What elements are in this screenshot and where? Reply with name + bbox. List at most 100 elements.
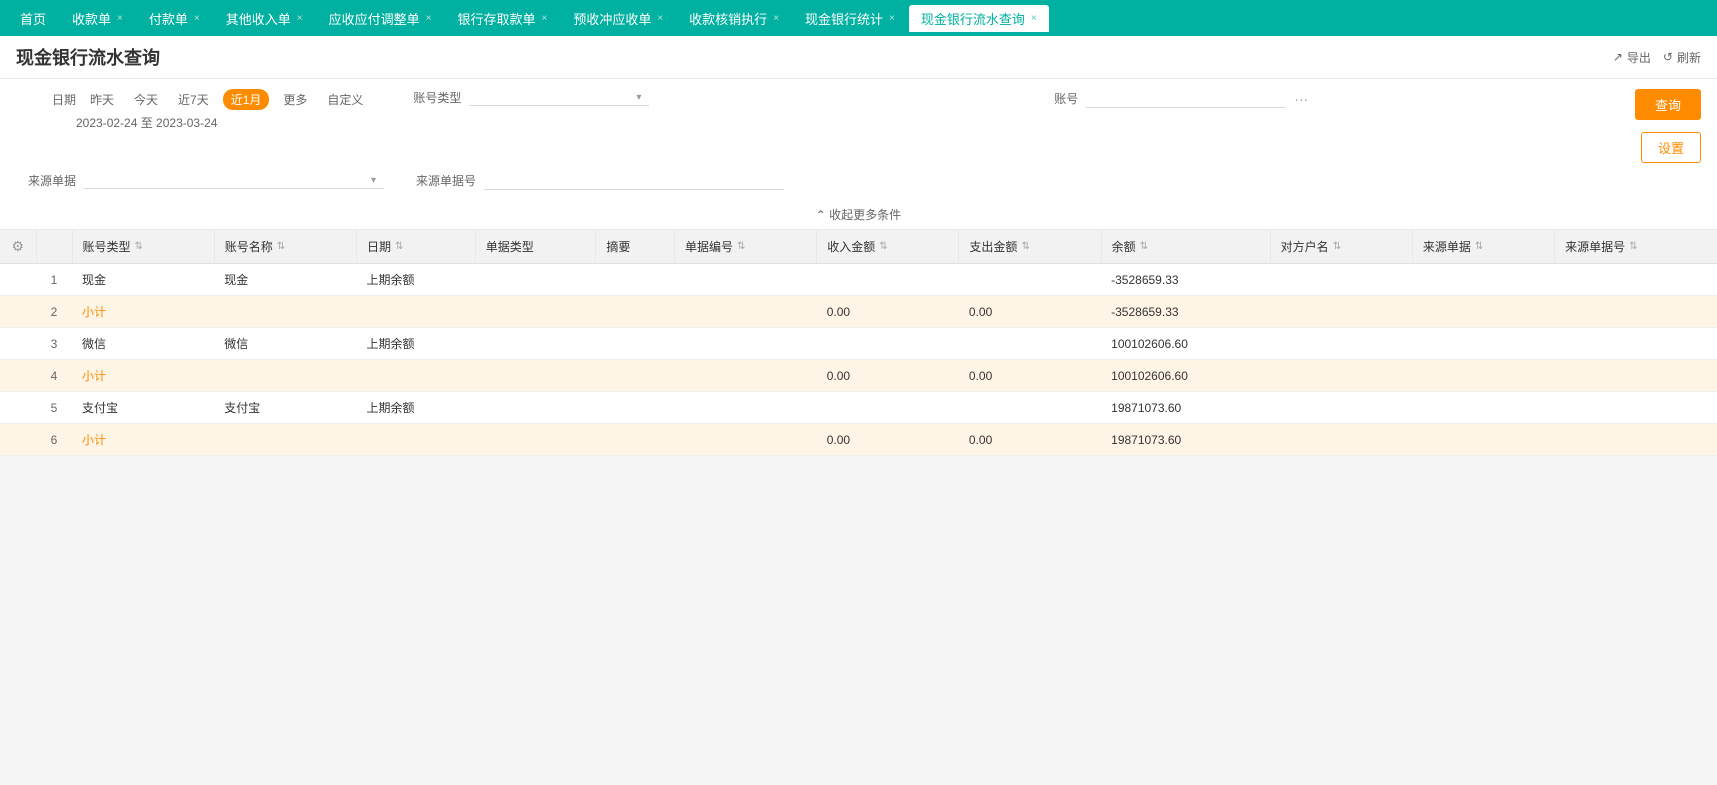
cell-doc-type (475, 264, 596, 296)
cell-date (356, 424, 475, 456)
th-source-doc-no[interactable]: 来源单据号 ⇅ (1555, 230, 1717, 264)
tab-bank-deposit[interactable]: 银行存取款单 × (445, 5, 559, 32)
cell-account-type: 现金 (72, 264, 214, 296)
table-row[interactable]: 6小计0.000.0019871073.60 (0, 424, 1717, 456)
page-header: 现金银行流水查询 ↗ 导出 ↺ 刷新 (0, 36, 1717, 79)
cell-doc-type (475, 424, 596, 456)
cell-expense (959, 328, 1101, 360)
table-row[interactable]: 4小计0.000.00100102606.60 (0, 360, 1717, 392)
sort-counterparty-icon: ⇅ (1333, 241, 1341, 252)
account-browse-icon[interactable]: ··· (1294, 91, 1308, 107)
table-row[interactable]: 3微信微信上期余额100102606.60 (0, 328, 1717, 360)
cell-settings (0, 360, 36, 392)
cell-balance: 100102606.60 (1101, 360, 1270, 392)
table-row[interactable]: 2小计0.000.00-3528659.33 (0, 296, 1717, 328)
account-type-select[interactable]: ▾ (469, 90, 649, 106)
cell-row-num: 3 (36, 328, 72, 360)
table-row[interactable]: 5支付宝支付宝上期余额19871073.60 (0, 392, 1717, 424)
cell-date: 上期余额 (356, 328, 475, 360)
th-income[interactable]: 收入金额 ⇅ (817, 230, 959, 264)
close-tab-collection-exec-icon[interactable]: × (773, 13, 779, 24)
source-doc-select[interactable]: ▾ (84, 173, 384, 189)
th-counterparty[interactable]: 对方户名 ⇅ (1270, 230, 1412, 264)
cell-settings (0, 392, 36, 424)
cell-account-type: 小计 (72, 296, 214, 328)
date-opt-yesterday[interactable]: 昨天 (84, 89, 120, 110)
cell-expense: 0.00 (959, 360, 1101, 392)
account-input-area: ··· (1086, 89, 1308, 108)
export-button[interactable]: ↗ 导出 (1613, 49, 1651, 66)
tab-cash-bank-stat[interactable]: 现金银行统计 × (793, 5, 907, 32)
close-tab-other-income-icon[interactable]: × (297, 13, 303, 24)
cell-balance: -3528659.33 (1101, 264, 1270, 296)
cell-counterparty (1270, 328, 1412, 360)
th-source-doc[interactable]: 来源单据 ⇅ (1412, 230, 1554, 264)
th-expense[interactable]: 支出金额 ⇅ (959, 230, 1101, 264)
gear-icon[interactable]: ⚙ (11, 238, 24, 254)
close-tab-ar-adj-icon[interactable]: × (426, 13, 432, 24)
cell-doc-type (475, 392, 596, 424)
date-opt-7days[interactable]: 近7天 (172, 89, 215, 110)
cell-doc-type (475, 328, 596, 360)
filter-second-row: 来源单据 ▾ 来源单据号 (0, 163, 1717, 200)
tab-advance-offset[interactable]: 预收冲应收单 × (561, 5, 675, 32)
table-header-row: ⚙ 账号类型 ⇅ 账号名称 ⇅ 日期 (0, 230, 1717, 264)
cell-balance: 19871073.60 (1101, 392, 1270, 424)
cell-account-type: 小计 (72, 360, 214, 392)
cell-source-doc (1412, 392, 1554, 424)
date-opt-custom[interactable]: 自定义 (321, 89, 369, 110)
cell-doc-no (674, 328, 816, 360)
date-opt-1month[interactable]: 近1月 (223, 89, 270, 110)
account-input[interactable] (1086, 89, 1286, 108)
cell-income (817, 328, 959, 360)
cell-expense: 0.00 (959, 296, 1101, 328)
tab-receipt[interactable]: 收款单 × (60, 5, 135, 32)
account-type-dropdown-icon: ▾ (636, 92, 641, 103)
date-opt-today[interactable]: 今天 (128, 89, 164, 110)
cell-counterparty (1270, 296, 1412, 328)
cell-account-type: 小计 (72, 424, 214, 456)
close-tab-cash-bank-stat-icon[interactable]: × (889, 13, 895, 24)
cell-row-num: 2 (36, 296, 72, 328)
cell-date: 上期余额 (356, 264, 475, 296)
cell-income: 0.00 (817, 296, 959, 328)
close-tab-receipt-icon[interactable]: × (117, 13, 123, 24)
th-settings[interactable]: ⚙ (0, 230, 36, 264)
th-account-name[interactable]: 账号名称 ⇅ (214, 230, 356, 264)
close-tab-bank-deposit-icon[interactable]: × (541, 13, 547, 24)
th-account-type[interactable]: 账号类型 ⇅ (72, 230, 214, 264)
tab-cash-bank-flow[interactable]: 现金银行流水查询 × (909, 5, 1049, 32)
close-tab-advance-offset-icon[interactable]: × (657, 13, 663, 24)
cell-source-doc (1412, 264, 1554, 296)
tab-payment[interactable]: 付款单 × (137, 5, 212, 32)
th-balance[interactable]: 余额 ⇅ (1101, 230, 1270, 264)
th-doc-no[interactable]: 单据编号 ⇅ (674, 230, 816, 264)
collapse-bar[interactable]: ⌃ 收起更多条件 (0, 200, 1717, 230)
cell-account-type: 支付宝 (72, 392, 214, 424)
cell-doc-no (674, 424, 816, 456)
date-opt-more[interactable]: 更多 (277, 89, 313, 110)
cell-account-name: 微信 (214, 328, 356, 360)
refresh-icon: ↺ (1663, 50, 1673, 64)
refresh-button[interactable]: ↺ 刷新 (1663, 49, 1701, 66)
date-label: 日期 (16, 91, 76, 108)
source-doc-no-input[interactable] (484, 171, 784, 190)
table-row[interactable]: 1现金现金上期余额-3528659.33 (0, 264, 1717, 296)
close-tab-cash-bank-flow-icon[interactable]: × (1031, 13, 1037, 24)
settings-button[interactable]: 设置 (1641, 132, 1701, 163)
data-table: ⚙ 账号类型 ⇅ 账号名称 ⇅ 日期 (0, 230, 1717, 456)
tab-other-income[interactable]: 其他收入单 × (214, 5, 315, 32)
tab-collection-exec[interactable]: 收款核销执行 × (677, 5, 791, 32)
cell-row-num: 1 (36, 264, 72, 296)
cell-summary (596, 392, 675, 424)
sort-source-doc-icon: ⇅ (1475, 241, 1483, 252)
close-tab-payment-icon[interactable]: × (194, 13, 200, 24)
query-button[interactable]: 查询 (1635, 89, 1701, 120)
nav-home[interactable]: 首页 (8, 5, 58, 32)
tab-ar-adjustment[interactable]: 应收应付调整单 × (317, 5, 444, 32)
top-nav: 首页 收款单 × 付款单 × 其他收入单 × 应收应付调整单 × 银行存取款单 … (0, 0, 1717, 36)
export-icon: ↗ (1613, 50, 1623, 64)
th-date[interactable]: 日期 ⇅ (356, 230, 475, 264)
cell-expense: 0.00 (959, 424, 1101, 456)
cell-income (817, 264, 959, 296)
